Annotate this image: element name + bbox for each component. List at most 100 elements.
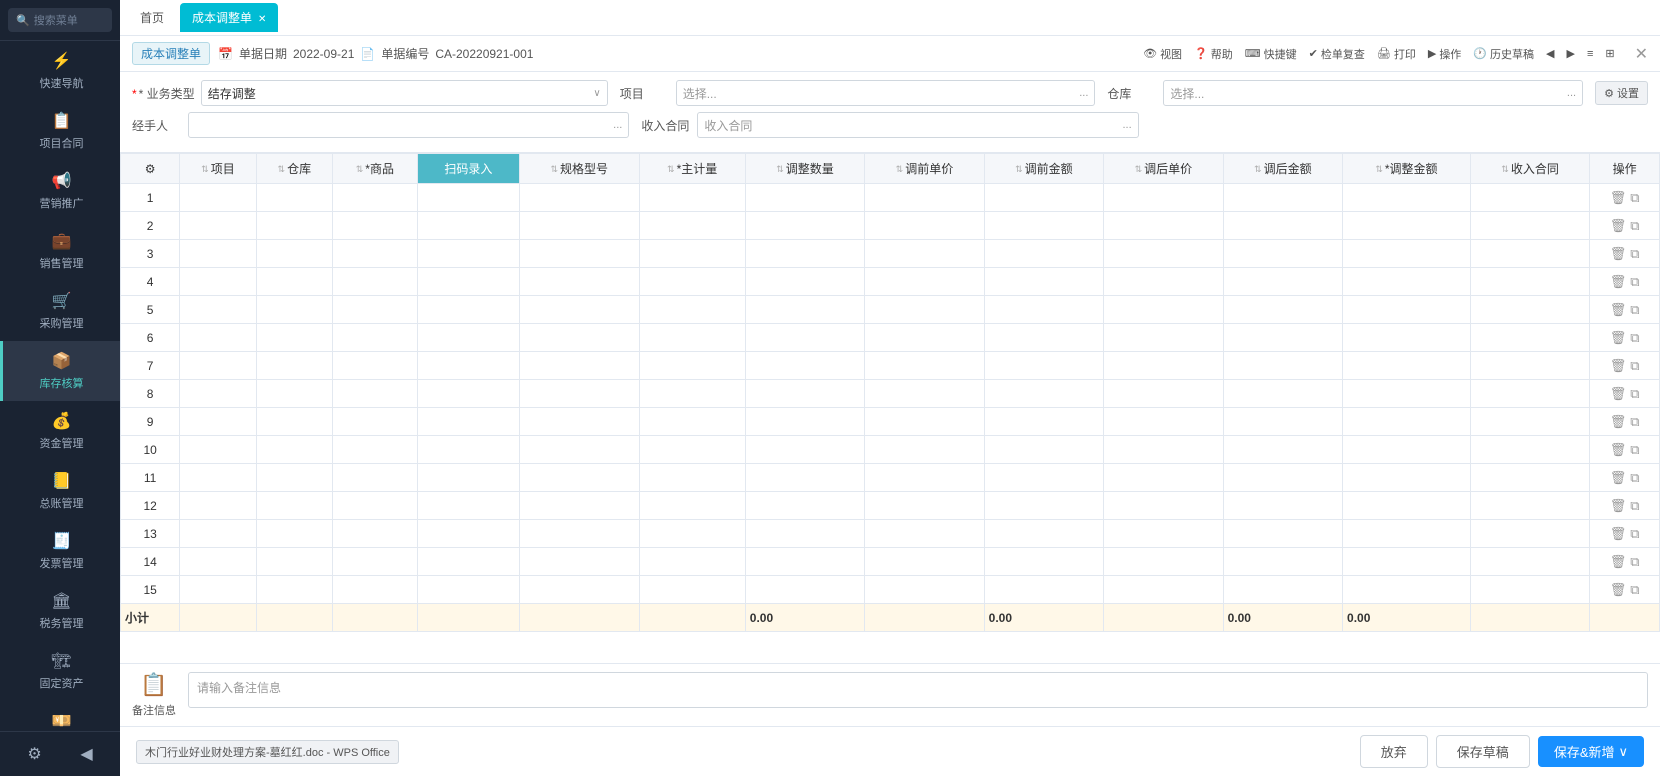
cell-spec[interactable] — [520, 408, 639, 436]
cell-adj_amount[interactable] — [1343, 212, 1471, 240]
copy-icon[interactable]: ⧉ — [1630, 190, 1639, 206]
cell-adj_amount[interactable] — [1343, 408, 1471, 436]
cell-adj_amount[interactable] — [1343, 548, 1471, 576]
cell-scan[interactable] — [417, 184, 519, 212]
cell-spec[interactable] — [520, 520, 639, 548]
cell-project[interactable] — [180, 268, 256, 296]
tab-close-icon[interactable]: ✕ — [258, 14, 266, 25]
cell-pre_amount[interactable] — [984, 492, 1103, 520]
cell-pre_price[interactable] — [865, 464, 984, 492]
cell-unit[interactable] — [639, 436, 745, 464]
cell-pre_amount[interactable] — [984, 296, 1103, 324]
cell-post_price[interactable] — [1104, 212, 1223, 240]
delete-icon[interactable]: 🗑 — [1610, 582, 1627, 598]
cell-scan[interactable] — [417, 520, 519, 548]
settings-icon[interactable]: ⚙ — [23, 740, 45, 768]
cell-warehouse[interactable] — [256, 436, 332, 464]
cell-pre_amount[interactable] — [984, 240, 1103, 268]
cell-scan[interactable] — [417, 296, 519, 324]
cell-pre_amount[interactable] — [984, 408, 1103, 436]
cell-spec[interactable] — [520, 268, 639, 296]
cell-income_contract[interactable] — [1470, 324, 1589, 352]
cell-warehouse[interactable] — [256, 492, 332, 520]
cell-warehouse[interactable] — [256, 240, 332, 268]
sidebar-item-inventory-calc[interactable]: 📦库存核算 — [0, 341, 120, 401]
copy-icon[interactable]: ⧉ — [1630, 414, 1639, 430]
cell-goods[interactable] — [333, 380, 418, 408]
copy-icon[interactable]: ⧉ — [1630, 330, 1639, 346]
cell-pre_price[interactable] — [865, 492, 984, 520]
cell-warehouse[interactable] — [256, 352, 332, 380]
cell-post_amount[interactable] — [1223, 296, 1342, 324]
cell-spec[interactable] — [520, 184, 639, 212]
cell-post_amount[interactable] — [1223, 380, 1342, 408]
cell-spec[interactable] — [520, 352, 639, 380]
sidebar-item-tax-mgmt[interactable]: 🏛税务管理 — [0, 581, 120, 641]
delete-icon[interactable]: 🗑 — [1610, 274, 1627, 290]
cell-income_contract[interactable] — [1470, 520, 1589, 548]
cell-unit[interactable] — [639, 548, 745, 576]
cell-warehouse[interactable] — [256, 184, 332, 212]
cell-project[interactable] — [180, 380, 256, 408]
cell-spec[interactable] — [520, 436, 639, 464]
cell-scan[interactable] — [417, 324, 519, 352]
save-draft-button[interactable]: 保存草稿 — [1436, 735, 1530, 768]
print-btn[interactable]: 🖨 打印 — [1377, 46, 1416, 62]
list-view-btn[interactable]: ≡ — [1587, 48, 1593, 60]
delete-icon[interactable]: 🗑 — [1610, 302, 1627, 318]
delete-icon[interactable]: 🗑 — [1610, 414, 1627, 430]
cell-unit[interactable] — [639, 268, 745, 296]
copy-icon[interactable]: ⧉ — [1630, 218, 1639, 234]
cell-post_amount[interactable] — [1223, 548, 1342, 576]
cell-scan[interactable] — [417, 436, 519, 464]
cell-adj_qty[interactable] — [745, 324, 864, 352]
cell-adj_qty[interactable] — [745, 212, 864, 240]
cell-unit[interactable] — [639, 464, 745, 492]
cell-pre_amount[interactable] — [984, 380, 1103, 408]
cell-scan[interactable] — [417, 548, 519, 576]
cell-adj_amount[interactable] — [1343, 436, 1471, 464]
cell-project[interactable] — [180, 576, 256, 604]
help-btn[interactable]: ❓ 帮助 — [1194, 46, 1233, 62]
cell-scan[interactable] — [417, 576, 519, 604]
cell-pre_price[interactable] — [865, 268, 984, 296]
cell-unit[interactable] — [639, 212, 745, 240]
sidebar-item-sales-mgmt[interactable]: 💼销售管理 — [0, 221, 120, 281]
cell-adj_qty[interactable] — [745, 576, 864, 604]
cell-pre_price[interactable] — [865, 184, 984, 212]
cell-post_amount[interactable] — [1223, 520, 1342, 548]
cell-warehouse[interactable] — [256, 268, 332, 296]
cell-goods[interactable] — [333, 212, 418, 240]
cell-pre_amount[interactable] — [984, 436, 1103, 464]
operate-btn[interactable]: ▶ 操作 — [1428, 46, 1461, 62]
cell-scan[interactable] — [417, 464, 519, 492]
cell-unit[interactable] — [639, 408, 745, 436]
cell-goods[interactable] — [333, 268, 418, 296]
cell-post_amount[interactable] — [1223, 352, 1342, 380]
cell-unit[interactable] — [639, 352, 745, 380]
sidebar-item-ledger-mgmt[interactable]: 📒总账管理 — [0, 461, 120, 521]
grid-view-btn[interactable]: ⊞ — [1605, 47, 1614, 60]
copy-icon[interactable]: ⧉ — [1630, 358, 1639, 374]
cell-adj_amount[interactable] — [1343, 492, 1471, 520]
cell-income_contract[interactable] — [1470, 492, 1589, 520]
copy-icon[interactable]: ⧉ — [1630, 554, 1639, 570]
cell-unit[interactable] — [639, 240, 745, 268]
cell-post_amount[interactable] — [1223, 436, 1342, 464]
copy-icon[interactable]: ⧉ — [1630, 526, 1639, 542]
cell-post_amount[interactable] — [1223, 464, 1342, 492]
cell-warehouse[interactable] — [256, 380, 332, 408]
cell-post_price[interactable] — [1104, 548, 1223, 576]
cell-adj_qty[interactable] — [745, 240, 864, 268]
sidebar-search-area[interactable]: 🔍 搜索菜单 — [0, 0, 120, 41]
cell-warehouse[interactable] — [256, 520, 332, 548]
cell-pre_price[interactable] — [865, 408, 984, 436]
cell-post_price[interactable] — [1104, 520, 1223, 548]
nav-prev-btn[interactable]: ◀ — [1546, 47, 1554, 60]
sidebar-item-invoice-mgmt[interactable]: 🧾发票管理 — [0, 521, 120, 581]
cell-adj_qty[interactable] — [745, 268, 864, 296]
save-new-button[interactable]: 保存&新增 ∨ — [1538, 736, 1644, 767]
delete-icon[interactable]: 🗑 — [1610, 442, 1627, 458]
cell-pre_amount[interactable] — [984, 212, 1103, 240]
delete-icon[interactable]: 🗑 — [1610, 526, 1627, 542]
